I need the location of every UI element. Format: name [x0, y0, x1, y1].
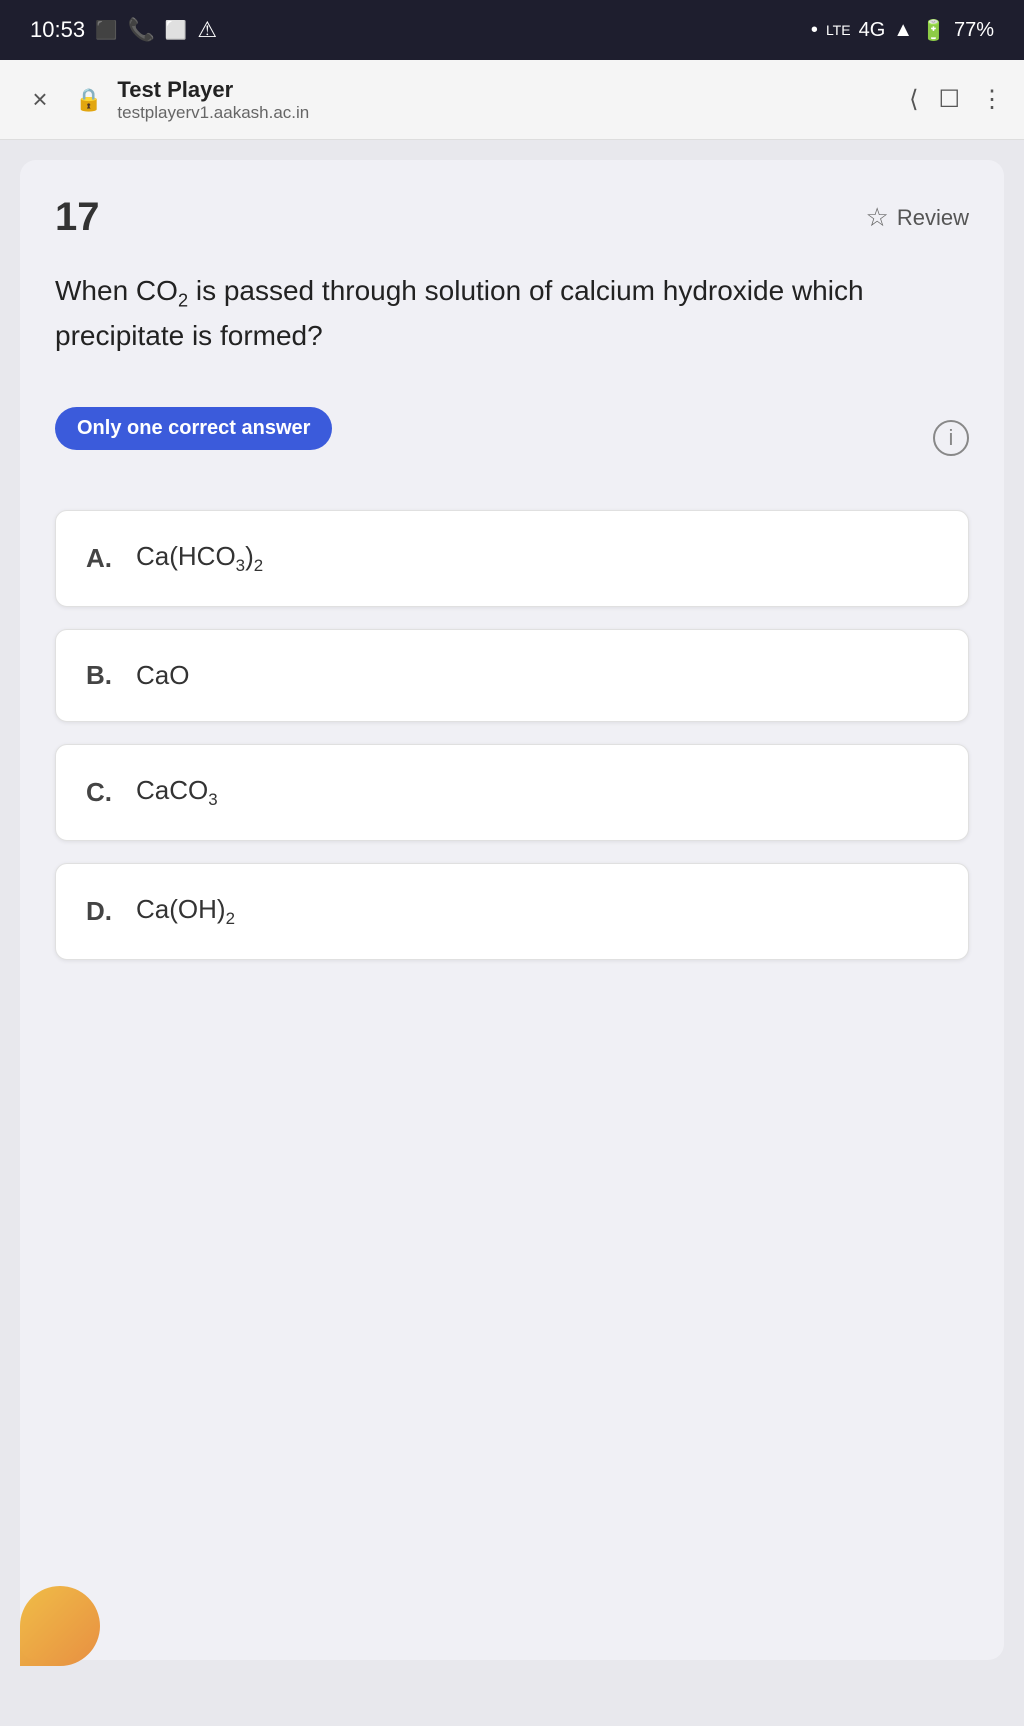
- alert-icon: ⚠: [197, 17, 217, 43]
- tab-button[interactable]: ☐: [938, 85, 960, 114]
- option-b-text: CaO: [136, 660, 189, 691]
- option-b-label: B.: [86, 660, 116, 691]
- review-label: Review: [897, 205, 969, 231]
- status-bar: 10:53 ⬛ 📞 ⬜ ⚠ • LTE 4G ▲ 🔋 77%: [0, 0, 1024, 60]
- option-d[interactable]: D. Ca(OH)2: [55, 863, 969, 960]
- question-card: 17 ☆ Review When CO2 is passed through s…: [20, 160, 1004, 1660]
- browser-title-area: Test Player testplayerv1.aakash.ac.in: [117, 77, 894, 123]
- star-icon: ☆: [866, 202, 889, 233]
- close-tab-button[interactable]: ×: [20, 80, 60, 120]
- browser-title: Test Player: [117, 77, 894, 103]
- question-text-part1: When CO2 is passed through solution of c…: [55, 275, 864, 351]
- info-button[interactable]: i: [933, 420, 969, 456]
- signal-bars-icon: ▲: [893, 19, 913, 42]
- option-d-text: Ca(OH)2: [136, 894, 235, 929]
- phone-frame: 10:53 ⬛ 📞 ⬜ ⚠ • LTE 4G ▲ 🔋 77% × 🔒 Test …: [0, 0, 1024, 1726]
- lock-icon: 🔒: [75, 87, 102, 113]
- option-d-label: D.: [86, 896, 116, 927]
- option-c-label: C.: [86, 777, 116, 808]
- question-number: 17: [55, 195, 100, 240]
- answer-type-label: Only one correct answer: [77, 417, 310, 440]
- option-a-label: A.: [86, 543, 116, 574]
- menu-button[interactable]: ⋮: [980, 85, 1004, 114]
- close-icon: ×: [32, 84, 47, 115]
- call-icon: 📞: [127, 17, 154, 43]
- question-text: When CO2 is passed through solution of c…: [55, 270, 969, 357]
- do-not-disturb-icon: ⬛: [95, 20, 117, 41]
- battery-percent: 77%: [954, 19, 994, 42]
- badge-row: Only one correct answer i: [55, 407, 969, 470]
- browser-bar: × 🔒 Test Player testplayerv1.aakash.ac.i…: [0, 60, 1024, 140]
- options-container: A. Ca(HCO3)2 B. CaO C. CaCO3 D. Ca(OH)2: [55, 510, 969, 961]
- option-b[interactable]: B. CaO: [55, 629, 969, 722]
- share-button[interactable]: ⟨: [909, 85, 918, 114]
- network-type: 4G: [859, 19, 886, 42]
- screen-record-icon: ⬜: [165, 20, 187, 41]
- status-left: 10:53 ⬛ 📞 ⬜ ⚠: [30, 17, 217, 43]
- review-button[interactable]: ☆ Review: [866, 202, 969, 233]
- decorative-fruit-graphic: [20, 1586, 100, 1666]
- option-c-text: CaCO3: [136, 775, 218, 810]
- battery-icon: 🔋: [921, 18, 946, 43]
- answer-type-badge: Only one correct answer: [55, 407, 332, 450]
- question-header: 17 ☆ Review: [55, 195, 969, 240]
- status-right: • LTE 4G ▲ 🔋 77%: [811, 18, 994, 43]
- content-area: 17 ☆ Review When CO2 is passed through s…: [0, 140, 1024, 1726]
- browser-url: testplayerv1.aakash.ac.in: [117, 103, 894, 123]
- time-display: 10:53: [30, 17, 85, 43]
- browser-actions: ⟨ ☐ ⋮: [909, 85, 1004, 114]
- option-c[interactable]: C. CaCO3: [55, 744, 969, 841]
- info-icon: i: [949, 425, 954, 451]
- signal-dots: •: [811, 19, 818, 42]
- lte-icon: LTE: [826, 22, 851, 38]
- option-a[interactable]: A. Ca(HCO3)2: [55, 510, 969, 607]
- option-a-text: Ca(HCO3)2: [136, 541, 263, 576]
